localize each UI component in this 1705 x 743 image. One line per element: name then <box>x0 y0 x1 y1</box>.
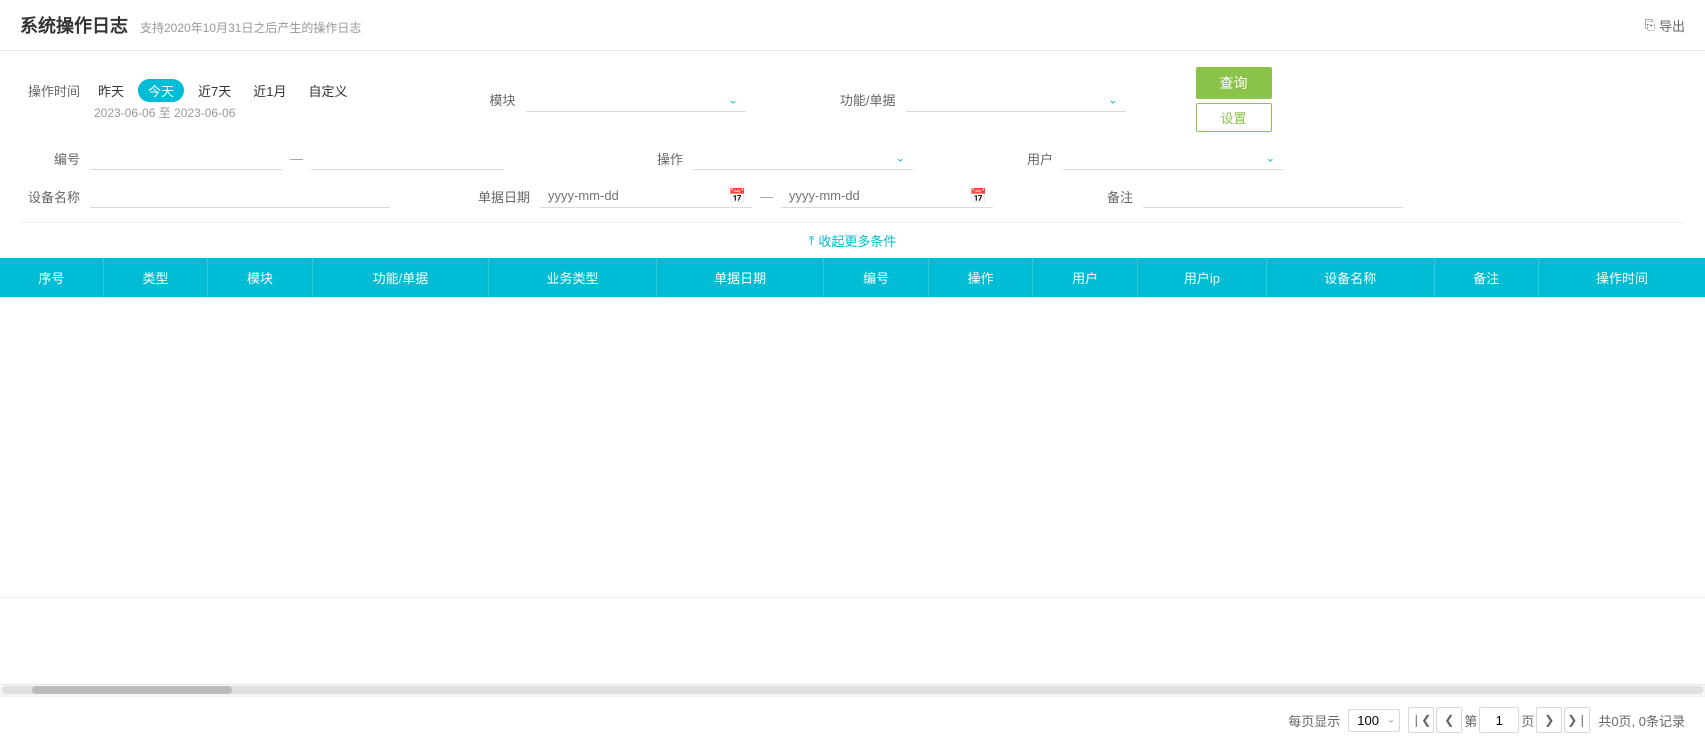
page-header: 系统操作日志 支持2020年10月31日之后产生的操作日志 ⎘ 导出 <box>0 0 1705 51</box>
time-btn-7days[interactable]: 近7天 <box>190 79 239 102</box>
calendar-to-icon[interactable]: 📅 <box>970 188 987 205</box>
table-body <box>0 297 1705 597</box>
total-label: 共0页, 0条记录 <box>1598 711 1685 730</box>
module-select-wrapper: ⌄ <box>526 88 746 112</box>
date-filter-group: 单据日期 📅 — 📅 <box>470 184 993 208</box>
page-subtitle: 支持2020年10月31日之后产生的操作日志 <box>140 19 361 36</box>
col-number: 编号 <box>824 258 928 297</box>
function-filter-group: 功能/单据 ⌄ <box>826 88 1126 112</box>
page-input[interactable] <box>1479 707 1519 733</box>
filter-row-3: 设备名称 单据日期 📅 — 📅 备注 <box>20 184 1685 208</box>
date-dash: — <box>760 189 773 204</box>
device-input[interactable] <box>90 184 390 208</box>
date-from-wrap: 📅 <box>540 184 752 208</box>
col-user: 用户 <box>1033 258 1137 297</box>
number-filter-group: 编号 — <box>20 146 503 170</box>
empty-cell <box>0 297 1705 597</box>
page-first-button[interactable]: ❘❮ <box>1408 707 1434 733</box>
per-page-select[interactable]: 50 100 200 <box>1348 709 1400 732</box>
page-last-button[interactable]: ❯❘ <box>1564 707 1590 733</box>
date-from-input[interactable] <box>540 184 752 208</box>
col-device: 设备名称 <box>1266 258 1434 297</box>
empty-row <box>0 297 1705 597</box>
operation-label: 操作 <box>623 149 693 168</box>
horizontal-scrollbar[interactable] <box>0 684 1705 696</box>
col-remark: 备注 <box>1434 258 1538 297</box>
scrollbar-track <box>2 686 1703 694</box>
date-to-wrap: 📅 <box>781 184 993 208</box>
date-label: 单据日期 <box>470 187 540 206</box>
time-label: 操作时间 <box>20 81 90 100</box>
pagination-bar: 每页显示 50 100 200 ⌄ ❘❮ ❮ 第 页 ❯ ❯❘ 共0页, 0条记… <box>0 696 1705 743</box>
module-filter-group: 模块 ⌄ <box>456 88 746 112</box>
user-select-wrapper: ⌄ <box>1063 146 1283 170</box>
col-function: 功能/单据 <box>312 258 488 297</box>
table-header: 序号 类型 模块 功能/单据 业务类型 单据日期 编号 操作 用户 用户ip 设… <box>0 258 1705 297</box>
collapse-icon: ⤒ <box>809 233 815 249</box>
page-suffix: 页 <box>1521 711 1534 730</box>
user-select[interactable] <box>1063 146 1283 170</box>
date-to-input[interactable] <box>781 184 993 208</box>
page-label: 第 <box>1464 711 1477 730</box>
settings-button[interactable]: 设置 <box>1196 103 1272 132</box>
operation-select[interactable] <box>693 146 913 170</box>
filter-area: 操作时间 昨天 今天 近7天 近1月 自定义 2023-06-06 至 2023… <box>0 51 1705 258</box>
col-operation: 操作 <box>928 258 1032 297</box>
per-page-select-wrap: 50 100 200 ⌄ <box>1348 709 1400 732</box>
time-btn-1month[interactable]: 近1月 <box>245 79 294 102</box>
col-sequence: 序号 <box>0 258 103 297</box>
calendar-from-icon[interactable]: 📅 <box>729 188 746 205</box>
per-page-label: 每页显示 <box>1288 711 1340 730</box>
data-table: 序号 类型 模块 功能/单据 业务类型 单据日期 编号 操作 用户 用户ip 设… <box>0 258 1705 598</box>
number-input-from[interactable] <box>90 146 282 170</box>
remark-input[interactable] <box>1143 184 1403 208</box>
number-label: 编号 <box>20 149 90 168</box>
export-icon: ⎘ <box>1645 17 1655 33</box>
function-select[interactable] <box>906 88 1126 112</box>
page-prev-button[interactable]: ❮ <box>1436 707 1462 733</box>
page-title: 系统操作日志 <box>20 12 128 38</box>
module-select[interactable] <box>526 88 746 112</box>
device-label: 设备名称 <box>20 187 90 206</box>
function-select-wrapper: ⌄ <box>906 88 1126 112</box>
user-label: 用户 <box>993 149 1063 168</box>
scrollbar-thumb[interactable] <box>32 686 232 694</box>
remark-filter-group: 备注 <box>1073 184 1403 208</box>
table-header-row: 序号 类型 模块 功能/单据 业务类型 单据日期 编号 操作 用户 用户ip 设… <box>0 258 1705 297</box>
table-section: 序号 类型 模块 功能/单据 业务类型 单据日期 编号 操作 用户 用户ip 设… <box>0 258 1705 684</box>
col-type: 类型 <box>103 258 207 297</box>
time-btn-yesterday[interactable]: 昨天 <box>90 79 132 102</box>
action-buttons: 查询 设置 <box>1196 67 1272 132</box>
filter-row-2: 编号 — 操作 ⌄ 用户 <box>20 146 1685 170</box>
query-button[interactable]: 查询 <box>1196 67 1272 99</box>
col-business-type: 业务类型 <box>489 258 657 297</box>
col-operation-time: 操作时间 <box>1539 258 1705 297</box>
col-user-ip: 用户ip <box>1137 258 1266 297</box>
user-filter-group: 用户 ⌄ <box>993 146 1283 170</box>
col-date: 单据日期 <box>656 258 824 297</box>
page-next-button[interactable]: ❯ <box>1536 707 1562 733</box>
collapse-bar[interactable]: ⤒ 收起更多条件 <box>20 222 1685 258</box>
operation-select-wrapper: ⌄ <box>693 146 913 170</box>
time-btn-today[interactable]: 今天 <box>138 79 184 102</box>
module-label: 模块 <box>456 90 526 109</box>
time-buttons: 昨天 今天 近7天 近1月 自定义 <box>90 79 356 102</box>
number-input-to[interactable] <box>311 146 503 170</box>
time-range-display: 2023-06-06 至 2023-06-06 <box>94 104 235 121</box>
col-module: 模块 <box>208 258 312 297</box>
time-btn-custom[interactable]: 自定义 <box>301 79 356 102</box>
remark-label: 备注 <box>1073 187 1143 206</box>
filter-row-1: 操作时间 昨天 今天 近7天 近1月 自定义 2023-06-06 至 2023… <box>20 67 1685 132</box>
operation-filter-group: 操作 ⌄ <box>623 146 913 170</box>
collapse-label: 收起更多条件 <box>818 231 896 250</box>
device-filter-group: 设备名称 <box>20 184 390 208</box>
function-label: 功能/单据 <box>826 90 906 109</box>
number-dash: — <box>290 151 303 166</box>
header-left: 系统操作日志 支持2020年10月31日之后产生的操作日志 <box>20 12 361 38</box>
time-filter-group: 操作时间 昨天 今天 近7天 近1月 自定义 2023-06-06 至 2023… <box>20 79 356 121</box>
pagination-nav: ❘❮ ❮ 第 页 ❯ ❯❘ <box>1408 707 1590 733</box>
export-button[interactable]: ⎘ 导出 <box>1645 16 1685 35</box>
